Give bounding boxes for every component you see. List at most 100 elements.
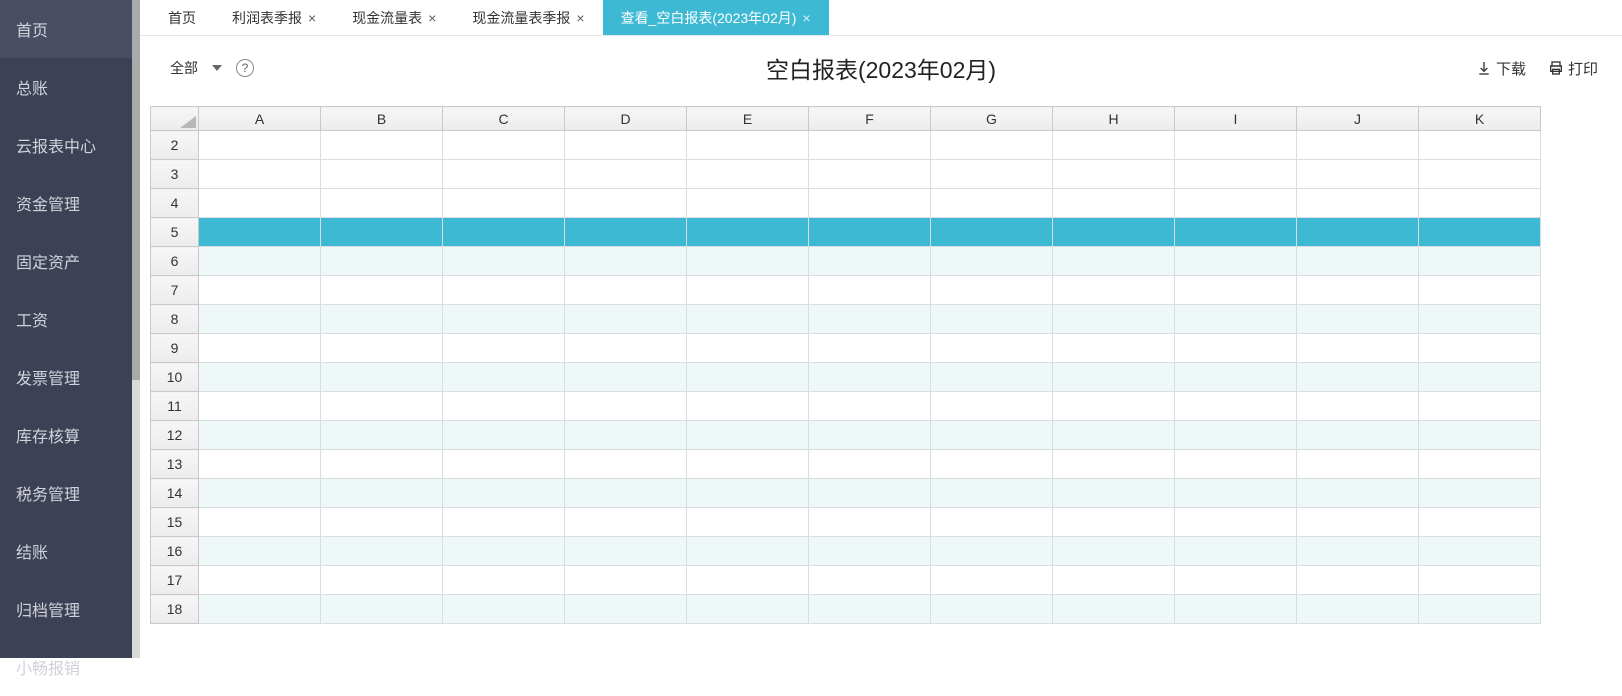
tab-0[interactable]: 首页 xyxy=(150,0,214,35)
cell-E16[interactable] xyxy=(687,537,809,566)
row-header-9[interactable]: 9 xyxy=(151,334,199,363)
download-button[interactable]: 下载 xyxy=(1476,58,1526,79)
cell-H4[interactable] xyxy=(1053,189,1175,218)
row-header-12[interactable]: 12 xyxy=(151,421,199,450)
help-icon[interactable]: ? xyxy=(236,59,254,77)
cell-K12[interactable] xyxy=(1419,421,1541,450)
cell-D7[interactable] xyxy=(565,276,687,305)
cell-C10[interactable] xyxy=(443,363,565,392)
cell-E8[interactable] xyxy=(687,305,809,334)
cell-F13[interactable] xyxy=(809,450,931,479)
cell-E14[interactable] xyxy=(687,479,809,508)
close-icon[interactable]: × xyxy=(576,10,584,26)
cell-E10[interactable] xyxy=(687,363,809,392)
cell-B2[interactable] xyxy=(321,131,443,160)
sidebar-item-10[interactable]: 归档管理 xyxy=(0,580,132,638)
cell-F2[interactable] xyxy=(809,131,931,160)
sidebar-item-3[interactable]: 资金管理 xyxy=(0,174,132,232)
cell-I18[interactable] xyxy=(1175,595,1297,624)
cell-G8[interactable] xyxy=(931,305,1053,334)
sidebar-item-1[interactable]: 总账 xyxy=(0,58,132,116)
sidebar-item-6[interactable]: 发票管理 xyxy=(0,348,132,406)
cell-A10[interactable] xyxy=(199,363,321,392)
row-header-11[interactable]: 11 xyxy=(151,392,199,421)
cell-B18[interactable] xyxy=(321,595,443,624)
cell-J9[interactable] xyxy=(1297,334,1419,363)
column-header-K[interactable]: K xyxy=(1419,107,1541,131)
cell-E18[interactable] xyxy=(687,595,809,624)
spreadsheet[interactable]: ABCDEFGHIJK23456789101112131415161718 xyxy=(140,100,1622,658)
cell-C4[interactable] xyxy=(443,189,565,218)
cell-I2[interactable] xyxy=(1175,131,1297,160)
column-header-I[interactable]: I xyxy=(1175,107,1297,131)
sidebar-scrollbar[interactable] xyxy=(132,0,140,658)
cell-C12[interactable] xyxy=(443,421,565,450)
sidebar-item-4[interactable]: 固定资产 xyxy=(0,232,132,290)
cell-J4[interactable] xyxy=(1297,189,1419,218)
cell-C8[interactable] xyxy=(443,305,565,334)
cell-A11[interactable] xyxy=(199,392,321,421)
cell-I16[interactable] xyxy=(1175,537,1297,566)
cell-C9[interactable] xyxy=(443,334,565,363)
cell-E9[interactable] xyxy=(687,334,809,363)
cell-D5[interactable] xyxy=(565,218,687,247)
cell-J3[interactable] xyxy=(1297,160,1419,189)
cell-G9[interactable] xyxy=(931,334,1053,363)
sidebar-item-8[interactable]: 税务管理 xyxy=(0,464,132,522)
cell-K16[interactable] xyxy=(1419,537,1541,566)
cell-H16[interactable] xyxy=(1053,537,1175,566)
cell-D4[interactable] xyxy=(565,189,687,218)
cell-B5[interactable] xyxy=(321,218,443,247)
cell-H15[interactable] xyxy=(1053,508,1175,537)
cell-K2[interactable] xyxy=(1419,131,1541,160)
cell-J8[interactable] xyxy=(1297,305,1419,334)
cell-D14[interactable] xyxy=(565,479,687,508)
cell-B11[interactable] xyxy=(321,392,443,421)
cell-F12[interactable] xyxy=(809,421,931,450)
column-header-E[interactable]: E xyxy=(687,107,809,131)
cell-J7[interactable] xyxy=(1297,276,1419,305)
tab-1[interactable]: 利润表季报× xyxy=(214,0,334,35)
cell-B16[interactable] xyxy=(321,537,443,566)
cell-G16[interactable] xyxy=(931,537,1053,566)
cell-I13[interactable] xyxy=(1175,450,1297,479)
cell-A7[interactable] xyxy=(199,276,321,305)
row-header-3[interactable]: 3 xyxy=(151,160,199,189)
column-header-H[interactable]: H xyxy=(1053,107,1175,131)
cell-H7[interactable] xyxy=(1053,276,1175,305)
row-header-18[interactable]: 18 xyxy=(151,595,199,624)
cell-I5[interactable] xyxy=(1175,218,1297,247)
cell-A4[interactable] xyxy=(199,189,321,218)
cell-D10[interactable] xyxy=(565,363,687,392)
cell-B4[interactable] xyxy=(321,189,443,218)
cell-K6[interactable] xyxy=(1419,247,1541,276)
cell-E15[interactable] xyxy=(687,508,809,537)
cell-K7[interactable] xyxy=(1419,276,1541,305)
row-header-5[interactable]: 5 xyxy=(151,218,199,247)
cell-H13[interactable] xyxy=(1053,450,1175,479)
sidebar-item-2[interactable]: 云报表中心 xyxy=(0,116,132,174)
cell-K4[interactable] xyxy=(1419,189,1541,218)
cell-C3[interactable] xyxy=(443,160,565,189)
cell-H18[interactable] xyxy=(1053,595,1175,624)
cell-D6[interactable] xyxy=(565,247,687,276)
cell-K5[interactable] xyxy=(1419,218,1541,247)
column-header-B[interactable]: B xyxy=(321,107,443,131)
row-header-8[interactable]: 8 xyxy=(151,305,199,334)
cell-G4[interactable] xyxy=(931,189,1053,218)
cell-B14[interactable] xyxy=(321,479,443,508)
cell-D11[interactable] xyxy=(565,392,687,421)
column-header-F[interactable]: F xyxy=(809,107,931,131)
cell-D16[interactable] xyxy=(565,537,687,566)
cell-F6[interactable] xyxy=(809,247,931,276)
cell-I17[interactable] xyxy=(1175,566,1297,595)
cell-D3[interactable] xyxy=(565,160,687,189)
cell-C17[interactable] xyxy=(443,566,565,595)
column-header-J[interactable]: J xyxy=(1297,107,1419,131)
cell-A12[interactable] xyxy=(199,421,321,450)
cell-C16[interactable] xyxy=(443,537,565,566)
cell-E12[interactable] xyxy=(687,421,809,450)
cell-D8[interactable] xyxy=(565,305,687,334)
cell-F10[interactable] xyxy=(809,363,931,392)
cell-I9[interactable] xyxy=(1175,334,1297,363)
